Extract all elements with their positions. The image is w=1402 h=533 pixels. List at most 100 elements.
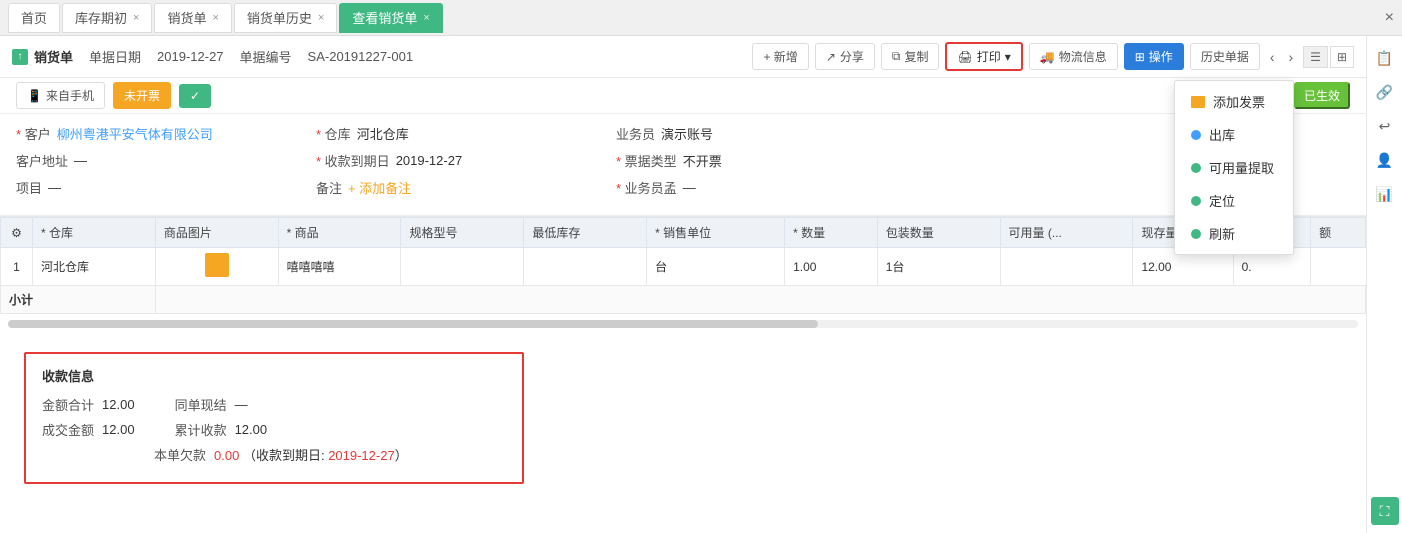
warehouse-field: * 仓库 河北仓库 (316, 124, 596, 143)
ticket-type-value: 不开票 (683, 151, 722, 170)
print-icon: 🖨 (957, 50, 972, 64)
current-owed-item: 本单欠款 0.00 （收款到期日: 2019-12-27） (154, 445, 408, 464)
form-row-3: 项目 — 备注 + 添加备注 * 业务员孟 — (16, 178, 1350, 197)
new-button[interactable]: + 新增 (752, 43, 808, 70)
copy-button[interactable]: ⧉ 复制 (881, 43, 940, 70)
tab-close-view-sales[interactable]: × (423, 12, 429, 24)
operation-button[interactable]: ⊞ 操作 (1124, 43, 1184, 70)
payment-container: 收款信息 金额合计 12.00 同单现结 — 成交金额 (0, 334, 1366, 502)
doc-number-value: SA-20191227-001 (308, 49, 414, 64)
print-dropdown-arrow: ▾ (1005, 50, 1011, 64)
nav-next[interactable]: › (1285, 47, 1298, 67)
customer-value[interactable]: 柳州粤港平安气体有限公司 (57, 124, 213, 143)
row-quantity: 1.00 (785, 248, 878, 286)
sidebar-icon-chart[interactable]: 📊 (1371, 180, 1399, 208)
dropdown-item-refresh[interactable]: 刷新 (1175, 217, 1293, 250)
toolbar-actions: + 新增 ↗ 分享 ⧉ 复制 🖨 打印 ▾ 🚚 (752, 42, 1354, 71)
add-note-button[interactable]: + 添加备注 (348, 178, 411, 197)
cumulative-payment-item: 累计收款 12.00 (175, 420, 268, 439)
form-section: * * 客户客户 柳州粤港平安气体有限公司 * 仓库 河北仓库 业务员 演示账号… (0, 114, 1366, 216)
address-field: 客户地址 — (16, 151, 296, 170)
tab-inventory-init[interactable]: 库存期初 × (62, 3, 152, 33)
status-effect-button[interactable]: 已生效 (1294, 82, 1350, 109)
tab-close-inventory[interactable]: × (133, 12, 139, 24)
same-order-settlement-value: — (235, 397, 248, 412)
col-unit: * 销售单位 (647, 218, 785, 248)
customer-field: * * 客户客户 柳州粤港平安气体有限公司 (16, 124, 296, 143)
salesperson-value: — (683, 180, 696, 195)
doc-title: ↑ 销货单 (12, 47, 73, 66)
transaction-amount-value: 12.00 (102, 422, 135, 437)
dropdown-item-available-extract[interactable]: 可用量提取 (1175, 151, 1293, 184)
history-button[interactable]: 历史单据 (1190, 43, 1260, 70)
payment-date-field: * 收款到期日 2019-12-27 (316, 151, 596, 170)
share-button[interactable]: ↗ 分享 (815, 43, 875, 70)
project-value: — (48, 180, 61, 195)
col-settings: ⚙ (1, 218, 33, 248)
project-field: 项目 — (16, 178, 296, 197)
col-product-image: 商品图片 (155, 218, 278, 248)
not-open-ticket-button[interactable]: 未开票 (113, 82, 171, 109)
add-invoice-icon (1191, 96, 1205, 108)
confirm-button[interactable]: ✓ (179, 84, 211, 108)
doc-number-label: 单据编号 (240, 47, 292, 66)
tab-view-sales[interactable]: 查看销货单 × (339, 3, 442, 33)
tab-close-sales[interactable]: × (212, 12, 218, 24)
table-header-row: ⚙ * 仓库 商品图片 * 商品 规格型号 最低库存 * 销售单位 * 数量 包… (1, 218, 1366, 248)
payment-row-3: 本单欠款 0.00 （收款到期日: 2019-12-27） (42, 445, 506, 464)
total-amount-item: 金额合计 12.00 (42, 395, 135, 414)
view-list-button[interactable]: ☰ (1303, 46, 1328, 68)
col-warehouse: * 仓库 (33, 218, 156, 248)
sidebar-icon-clipboard[interactable]: 📋 (1371, 44, 1399, 72)
outbound-icon (1191, 130, 1201, 140)
sidebar-icon-link[interactable]: 🔗 (1371, 78, 1399, 106)
address-value: — (74, 153, 87, 168)
tab-bar: 首页 库存期初 × 销货单 × 销货单历史 × 查看销货单 × × (0, 0, 1402, 36)
product-table-container: ⚙ * 仓库 商品图片 * 商品 规格型号 最低库存 * 销售单位 * 数量 包… (0, 216, 1366, 334)
total-amount-value: 12.00 (102, 397, 135, 412)
view-grid-button[interactable]: ⊞ (1330, 46, 1354, 68)
note-field: 备注 + 添加备注 (316, 178, 596, 197)
doc-date-value: 2019-12-27 (157, 49, 224, 64)
form-row-1: * * 客户客户 柳州粤港平安气体有限公司 * 仓库 河北仓库 业务员 演示账号 (16, 124, 1350, 143)
row-product-image (155, 248, 278, 286)
col-spec: 规格型号 (401, 218, 524, 248)
tab-home[interactable]: 首页 (8, 3, 60, 33)
grid-icon: ⊞ (1135, 50, 1145, 64)
tab-sales-history[interactable]: 销货单历史 × (234, 3, 337, 33)
view-toggle: ☰ ⊞ (1303, 46, 1354, 68)
nav-prev[interactable]: ‹ (1266, 47, 1279, 67)
current-owed-value: 0.00 （收款到期日: 2019-12-27） (214, 445, 408, 464)
sidebar-icon-user[interactable]: 👤 (1371, 146, 1399, 174)
row-num: 1 (1, 248, 33, 286)
payment-row-2: 成交金额 12.00 累计收款 12.00 (42, 420, 506, 439)
col-amount: 额 (1311, 218, 1366, 248)
dropdown-item-outbound[interactable]: 出库 (1175, 118, 1293, 151)
product-thumbnail (205, 253, 229, 277)
row-pack-qty: 1台 (877, 248, 1000, 286)
table-row: 1 河北仓库 嘻嘻嘻嘻 台 1.00 1台 12 (1, 248, 1366, 286)
print-button[interactable]: 🖨 打印 ▾ (945, 42, 1022, 71)
logistics-button[interactable]: 🚚 物流信息 (1029, 43, 1118, 70)
tab-close-history[interactable]: × (318, 12, 324, 24)
row-product: 嘻嘻嘻嘻 (278, 248, 401, 286)
available-extract-icon (1191, 163, 1201, 173)
horizontal-scrollbar[interactable] (8, 320, 1358, 328)
salesperson-field: * 业务员孟 — (616, 178, 896, 197)
from-mobile-button[interactable]: 📱 来自手机 (16, 82, 105, 109)
payment-title: 收款信息 (42, 366, 506, 385)
transaction-amount-item: 成交金额 12.00 (42, 420, 135, 439)
form-row-2: 客户地址 — * 收款到期日 2019-12-27 * 票据类型 不开票 (16, 151, 1350, 170)
doc-type-icon: ↑ (12, 49, 28, 65)
dropdown-item-locate[interactable]: 定位 (1175, 184, 1293, 217)
locate-icon (1191, 196, 1201, 206)
sidebar-icon-refresh[interactable]: ↩ (1371, 112, 1399, 140)
tab-sales-order[interactable]: 销货单 × (154, 3, 231, 33)
close-all-tabs[interactable]: × (1385, 9, 1394, 27)
sidebar-icon-expand[interactable]: ⛶ (1371, 497, 1399, 525)
dropdown-item-add-invoice[interactable]: 添加发票 (1175, 85, 1293, 118)
scrollbar-thumb (8, 320, 818, 328)
subtotal-values (155, 286, 1365, 314)
right-sidebar: 📋 🔗 ↩ 👤 📊 ⛶ (1366, 36, 1402, 533)
payment-row-1: 金额合计 12.00 同单现结 — (42, 395, 506, 414)
